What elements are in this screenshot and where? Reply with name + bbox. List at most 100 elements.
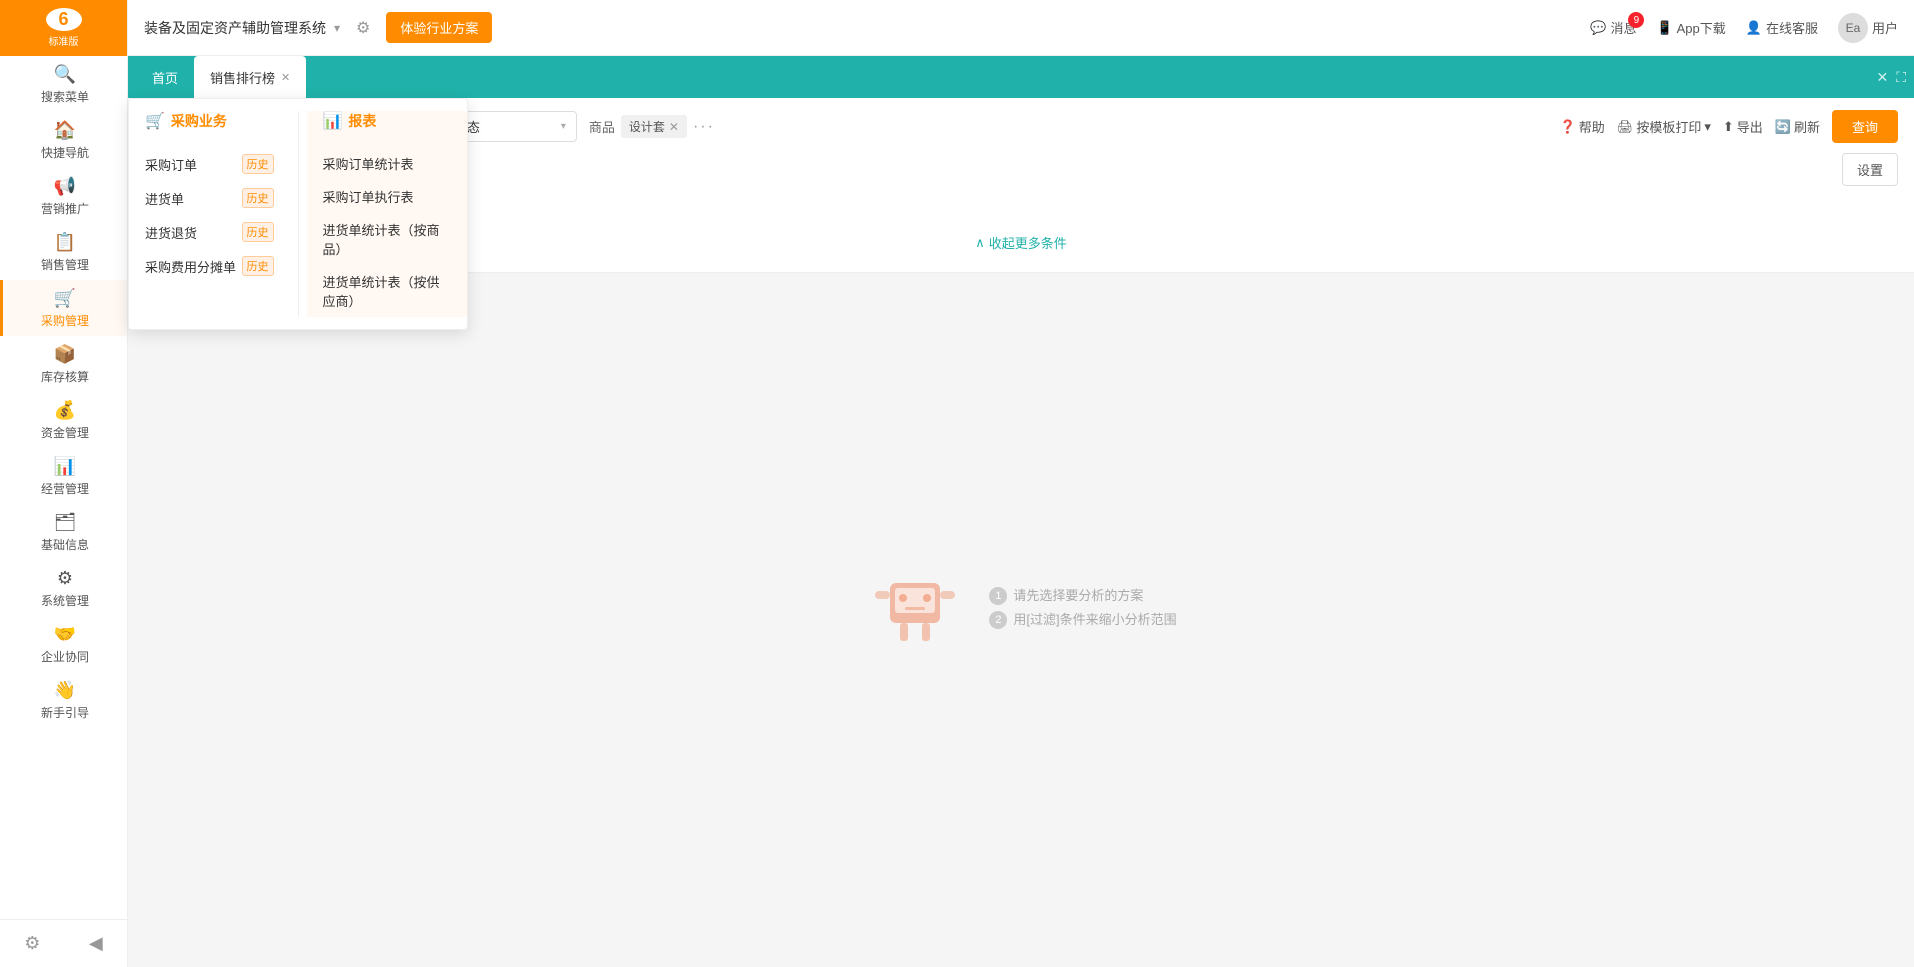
- sidebar-bottom: ⚙ ◀: [0, 919, 127, 967]
- sidebar-item-sales[interactable]: 📋 销售管理: [0, 224, 127, 280]
- sidebar-nav: 🔍 搜索菜单 🏠 快捷导航 📢 营销推广 📋 销售管理 🛒 采购管理 📦 库存核…: [0, 56, 127, 919]
- query-button[interactable]: 查询: [1832, 110, 1898, 143]
- settings-right: 设置: [1842, 153, 1898, 186]
- operation-icon: 📊: [54, 456, 76, 477]
- sidebar-item-operation[interactable]: 📊 经营管理: [0, 448, 127, 504]
- dropdown-item-order-stats[interactable]: 采购订单统计表: [323, 147, 452, 180]
- help-btn[interactable]: ❓ 帮助: [1560, 117, 1605, 136]
- system-title: 装备及固定资产辅助管理系统: [144, 18, 326, 38]
- dropdown-item-inbound-product[interactable]: 进货单统计表（按商品）: [323, 213, 452, 265]
- remove-product-tag[interactable]: ✕: [669, 120, 679, 134]
- setting-button[interactable]: 设置: [1842, 153, 1898, 186]
- main-area: 装备及固定资产辅助管理系统 ▾ ⚙ 体验行业方案 💬 消息 9 📱 App下载 …: [128, 0, 1914, 967]
- history-badge: 历史: [242, 256, 274, 276]
- message-btn[interactable]: 💬 消息 9: [1590, 18, 1636, 37]
- sidebar-item-enterprise[interactable]: 🤝 企业协同: [0, 616, 127, 672]
- dropdown-item-return[interactable]: 进货退货 历史: [145, 215, 274, 249]
- history-badge: 历史: [242, 188, 274, 208]
- system-icon: ⚙: [57, 568, 73, 589]
- sidebar-item-purchase[interactable]: 🛒 采购管理: [0, 280, 127, 336]
- online-service-btn[interactable]: 👤 在线客服: [1746, 18, 1818, 37]
- tip-num-2: 2: [989, 611, 1007, 629]
- sidebar-item-system[interactable]: ⚙ 系统管理: [0, 560, 127, 616]
- message-icon: 💬: [1590, 20, 1606, 36]
- history-badge: 历史: [242, 154, 274, 174]
- product-label: 商品: [589, 117, 615, 136]
- collapse-sidebar-btn[interactable]: ◀: [89, 933, 103, 954]
- gear-icon[interactable]: ⚙: [356, 18, 370, 38]
- close-tab-icon[interactable]: ✕: [281, 71, 290, 84]
- tab-bar-maximize-icon[interactable]: ⛶: [1896, 69, 1906, 86]
- dropdown-item-inbound[interactable]: 进货单 历史: [145, 181, 274, 215]
- product-tag: 设计套 ✕: [621, 115, 687, 138]
- top-header: 装备及固定资产辅助管理系统 ▾ ⚙ 体验行业方案 💬 消息 9 📱 App下载 …: [128, 0, 1914, 56]
- sidebar-item-label: 采购管理: [41, 312, 89, 329]
- dropdown-item-order-exec[interactable]: 采购订单执行表: [323, 180, 452, 213]
- collapse-button[interactable]: ∧ 收起更多条件: [967, 225, 1075, 260]
- tip-1: 1 请先选择要分析的方案: [989, 584, 1176, 608]
- avatar: Ea: [1838, 13, 1868, 43]
- user-avatar-area[interactable]: Ea 用户: [1838, 13, 1898, 43]
- user-label: 用户: [1872, 18, 1898, 37]
- search-icon: 🔍: [54, 64, 76, 85]
- system-dropdown[interactable]: ▾: [334, 21, 340, 35]
- sidebar-item-label: 经营管理: [41, 480, 89, 497]
- sidebar-item-finance[interactable]: 💰 资金管理: [0, 392, 127, 448]
- refresh-btn[interactable]: 🔄 刷新: [1775, 117, 1820, 136]
- sidebar-item-basic[interactable]: 🗂 基础信息: [0, 504, 127, 560]
- print-chevron[interactable]: ▾: [1704, 119, 1711, 135]
- message-badge: 9: [1628, 12, 1644, 28]
- sales-icon: 📋: [54, 232, 76, 253]
- help-icon: ❓: [1560, 119, 1576, 135]
- app-label: App下载: [1677, 18, 1726, 37]
- sidebar: 6 标准版 🔍 搜索菜单 🏠 快捷导航 📢 营销推广 📋 销售管理 🛒 采购管理…: [0, 0, 128, 967]
- dropdown-sections: 🛒 采购业务 采购订单 历史 进货单 历史 进货退货 历史: [129, 111, 467, 317]
- product-more-btn[interactable]: ···: [693, 118, 715, 136]
- newbie-icon: 👋: [54, 680, 76, 701]
- dropdown-item-inbound-supplier[interactable]: 进货单统计表（按供应商）: [323, 265, 452, 317]
- sidebar-item-label: 系统管理: [41, 592, 89, 609]
- sidebar-item-inventory[interactable]: 📦 库存核算: [0, 336, 127, 392]
- tab-home[interactable]: 首页: [136, 56, 194, 98]
- sidebar-item-label: 快捷导航: [41, 144, 89, 161]
- dropdown-divider: [298, 111, 299, 317]
- export-btn[interactable]: ⬆ 导出: [1723, 117, 1763, 136]
- tab-bar-close-icon[interactable]: ✕: [1876, 69, 1888, 86]
- sidebar-item-marketing[interactable]: 📢 营销推广: [0, 168, 127, 224]
- purchase-section-title: 🛒 采购业务: [145, 111, 274, 137]
- sidebar-item-label: 销售管理: [41, 256, 89, 273]
- collapse-icon: ∧: [975, 235, 985, 251]
- home-icon: 🏠: [54, 120, 76, 141]
- history-badge: 历史: [242, 222, 274, 242]
- sidebar-item-label: 营销推广: [41, 200, 89, 217]
- dropdown-item-expense[interactable]: 采购费用分摊单 历史: [145, 249, 274, 283]
- tab-sales-rank[interactable]: 销售排行榜 ✕: [194, 56, 306, 98]
- app-download-btn[interactable]: 📱 App下载: [1656, 18, 1725, 37]
- basic-icon: 🗂: [54, 512, 77, 533]
- logo-icon: 6: [46, 8, 82, 31]
- marketing-icon: 📢: [54, 176, 76, 197]
- print-icon: 🖨: [1617, 119, 1634, 135]
- report-section-icon: 📊: [323, 111, 343, 131]
- settings-bottom-btn[interactable]: ⚙: [24, 933, 40, 954]
- dropdown-section-purchase: 🛒 采购业务 采购订单 历史 进货单 历史 进货退货 历史: [129, 111, 290, 317]
- empty-svg: [865, 563, 965, 653]
- sidebar-item-label: 基础信息: [41, 536, 89, 553]
- inventory-icon: 📦: [54, 344, 76, 365]
- dropdown-item-purchase-order[interactable]: 采购订单 历史: [145, 147, 274, 181]
- sidebar-item-label: 新手引导: [41, 704, 89, 721]
- tip-num-1: 1: [989, 587, 1007, 605]
- enterprise-icon: 🤝: [54, 624, 76, 645]
- header-right: 💬 消息 9 📱 App下载 👤 在线客服 Ea 用户: [1590, 13, 1898, 43]
- sidebar-item-newbie[interactable]: 👋 新手引导: [0, 672, 127, 728]
- tip-2: 2 用[过滤]条件来缩小分析范围: [989, 608, 1176, 632]
- sidebar-item-search[interactable]: 🔍 搜索菜单: [0, 56, 127, 112]
- logo-text: 标准版: [49, 33, 79, 48]
- service-label: 在线客服: [1766, 18, 1818, 37]
- industry-button[interactable]: 体验行业方案: [386, 12, 492, 43]
- sidebar-item-label: 搜索菜单: [41, 88, 89, 105]
- sidebar-item-quick-nav[interactable]: 🏠 快捷导航: [0, 112, 127, 168]
- purchase-section-icon: 🛒: [145, 111, 165, 131]
- print-btn[interactable]: 🖨 按模板打印 ▾: [1617, 117, 1711, 136]
- sidebar-logo: 6 标准版: [0, 0, 127, 56]
